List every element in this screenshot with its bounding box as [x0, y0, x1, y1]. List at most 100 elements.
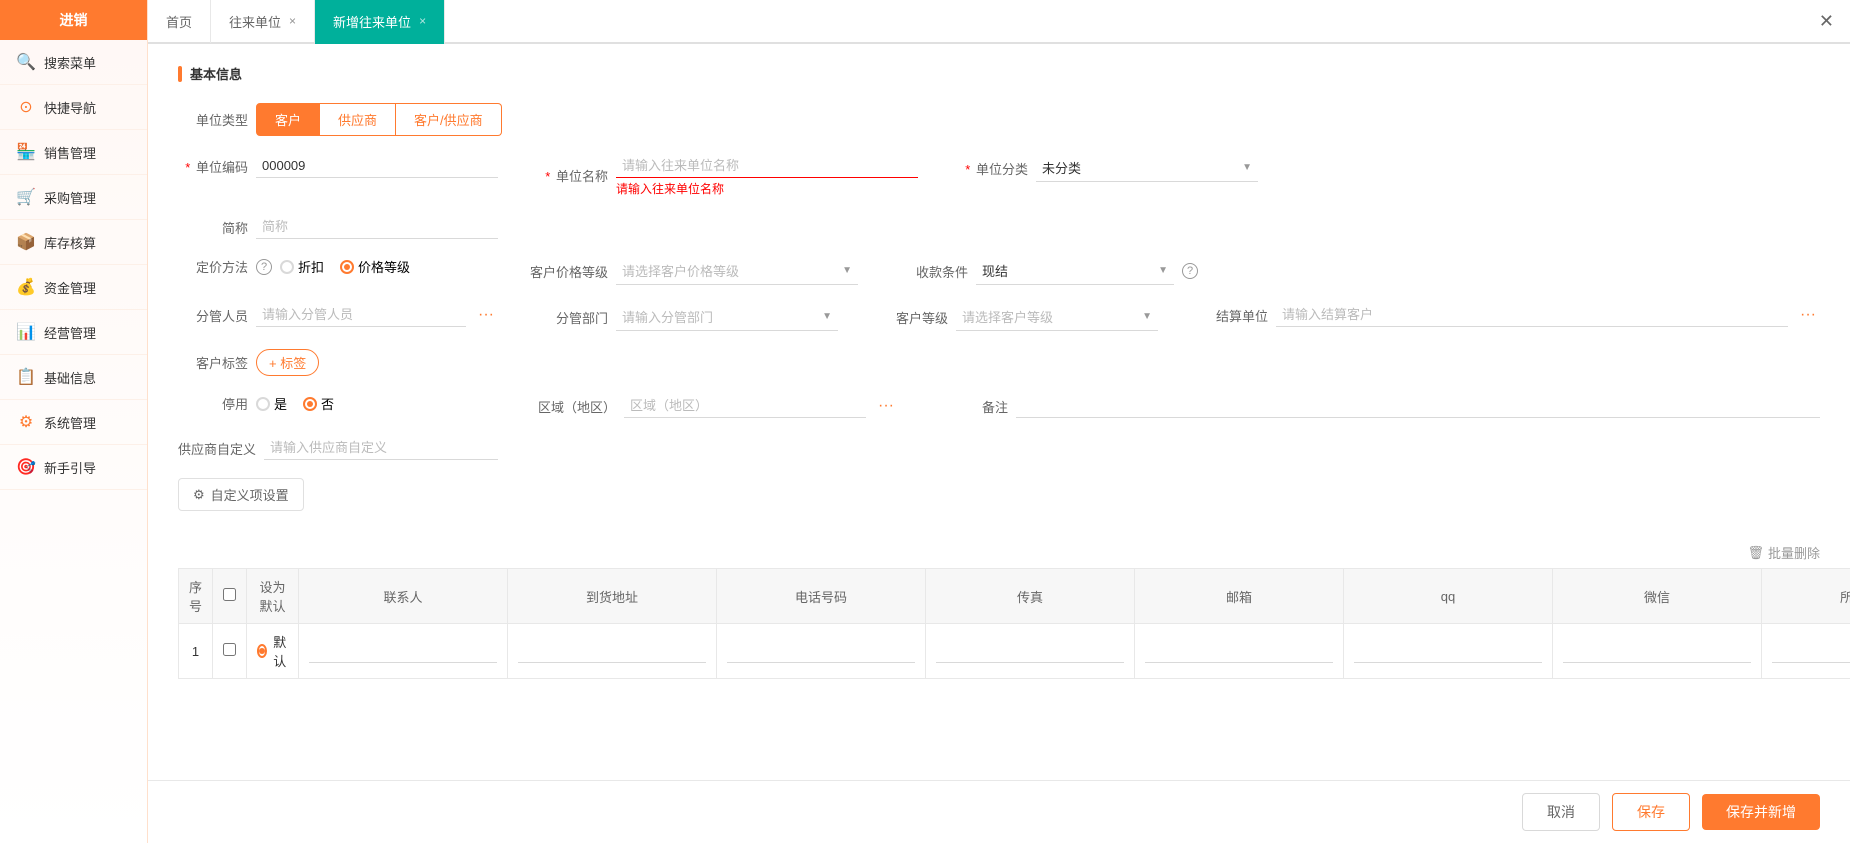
- region-cell-input[interactable]: [1772, 639, 1850, 663]
- pricing-help-icon[interactable]: ?: [256, 259, 272, 275]
- abbr-input[interactable]: [256, 215, 498, 239]
- tab-new-partner-label: 新增往来单位: [333, 12, 411, 31]
- address-input[interactable]: [518, 639, 706, 663]
- sidebar-item-purchase[interactable]: 🛒 采购管理: [0, 175, 147, 220]
- select-all-checkbox[interactable]: [223, 588, 236, 601]
- tab-new-partner-close[interactable]: ×: [419, 14, 426, 28]
- cancel-button[interactable]: 取消: [1522, 793, 1600, 831]
- cell-email[interactable]: [1135, 624, 1344, 679]
- contact-input[interactable]: [309, 639, 497, 663]
- customer-level-placeholder: 请选择客户等级: [962, 307, 1142, 326]
- phone-input[interactable]: [727, 639, 915, 663]
- cell-default: 默认: [247, 624, 299, 679]
- unit-class-select[interactable]: 未分类 ▼: [1036, 154, 1258, 182]
- tab-partners-close[interactable]: ×: [289, 14, 296, 28]
- dept-select[interactable]: 请输入分管部门 ▼: [616, 303, 838, 331]
- price-level-label: 价格等级: [358, 257, 410, 276]
- tab-new-partner[interactable]: 新增往来单位 ×: [315, 0, 445, 43]
- cell-checkbox: [213, 624, 247, 679]
- pricing-label: 定价方法: [178, 257, 248, 276]
- unit-code-input[interactable]: [256, 154, 498, 178]
- dept-chevron: ▼: [822, 311, 832, 322]
- sidebar-item-search[interactable]: 🔍 搜索菜单: [0, 40, 147, 85]
- supervisor-more-icon[interactable]: ···: [474, 306, 498, 324]
- col-wechat: 微信: [1553, 569, 1762, 624]
- region-input[interactable]: [624, 394, 866, 418]
- tab-bar-close-all[interactable]: ✕: [1803, 11, 1850, 32]
- fax-input[interactable]: [936, 639, 1124, 663]
- type-btn-both[interactable]: 客户/供应商: [396, 103, 502, 136]
- settlement-more-icon[interactable]: ···: [1796, 306, 1820, 324]
- sidebar-item-guide[interactable]: 🎯 新手引导: [0, 445, 147, 490]
- unit-type-row: 单位类型 客户 供应商 客户/供应商: [178, 103, 1820, 136]
- region-label: 区域（地区）: [538, 397, 616, 416]
- settlement-input[interactable]: [1276, 303, 1788, 327]
- email-input[interactable]: [1145, 639, 1333, 663]
- disabled-yes[interactable]: 是: [256, 394, 287, 413]
- unit-name-label: * 单位名称: [538, 166, 608, 185]
- dept-placeholder: 请输入分管部门: [622, 307, 822, 326]
- sidebar-item-stock[interactable]: 📦 库存核算: [0, 220, 147, 265]
- sidebar-item-operations[interactable]: 📊 经营管理: [0, 310, 147, 355]
- payment-help-icon[interactable]: ?: [1182, 263, 1198, 279]
- sidebar-item-sales[interactable]: 🏪 销售管理: [0, 130, 147, 175]
- row-default-radio[interactable]: 默认: [257, 632, 288, 670]
- payment-group: 收款条件 现结 ▼ ?: [898, 257, 1198, 285]
- tab-partners[interactable]: 往来单位 ×: [211, 0, 315, 43]
- pricing-radio-discount[interactable]: 折扣: [280, 257, 324, 276]
- section-bar: [178, 66, 182, 82]
- sidebar-item-label: 新手引导: [44, 458, 96, 477]
- customer-level-select[interactable]: 请选择客户等级 ▼: [956, 303, 1158, 331]
- custom-settings-button[interactable]: ⚙ 自定义项设置: [178, 478, 304, 511]
- stock-icon: 📦: [16, 232, 36, 252]
- type-btn-customer[interactable]: 客户: [256, 103, 320, 136]
- save-new-button[interactable]: 保存并新增: [1702, 794, 1820, 830]
- supplier-custom-input[interactable]: [264, 436, 498, 460]
- row-checkbox[interactable]: [223, 643, 236, 656]
- unit-code-label: * 单位编码: [178, 157, 248, 176]
- sales-icon: 🏪: [16, 142, 36, 162]
- region-more-icon[interactable]: ···: [874, 397, 898, 415]
- customer-price-group: 客户价格等级 请选择客户价格等级 ▼: [518, 257, 858, 285]
- sidebar-item-system[interactable]: ⚙ 系统管理: [0, 400, 147, 445]
- wechat-input[interactable]: [1563, 639, 1751, 663]
- quicknav-icon: ⊙: [16, 97, 36, 117]
- sidebar-item-label: 快捷导航: [44, 98, 96, 117]
- add-tag-button[interactable]: + 标签: [256, 349, 319, 376]
- unit-type-label: 单位类型: [178, 110, 248, 129]
- batch-delete-button[interactable]: 🗑 批量删除: [1747, 543, 1820, 562]
- disabled-no[interactable]: 否: [303, 394, 334, 413]
- customer-price-chevron: ▼: [842, 265, 852, 276]
- sidebar-item-quicknav[interactable]: ⊙ 快捷导航: [0, 85, 147, 130]
- qq-input[interactable]: [1354, 639, 1542, 663]
- type-btn-supplier[interactable]: 供应商: [320, 103, 396, 136]
- unit-name-input[interactable]: [616, 154, 918, 178]
- cell-region[interactable]: [1762, 624, 1850, 679]
- cell-qq[interactable]: [1344, 624, 1553, 679]
- abbr-label: 简称: [178, 218, 248, 237]
- tab-home[interactable]: 首页: [148, 0, 211, 43]
- basic-icon: 📋: [16, 367, 36, 387]
- supplier-custom-group: 供应商自定义: [178, 436, 498, 460]
- remark-input[interactable]: [1016, 394, 1820, 418]
- sidebar-item-finance[interactable]: 💰 资金管理: [0, 265, 147, 310]
- cell-wechat[interactable]: [1553, 624, 1762, 679]
- save-button[interactable]: 保存: [1612, 793, 1690, 831]
- disabled-yes-circle: [256, 397, 270, 411]
- payment-select[interactable]: 现结 ▼: [976, 257, 1174, 285]
- supervisor-input[interactable]: [256, 303, 466, 327]
- cell-fax[interactable]: [926, 624, 1135, 679]
- tag-label: 客户标签: [178, 353, 248, 372]
- main-area: 首页 往来单位 × 新增往来单位 × ✕ 基本信息 单位类型 客户 供应商 客户…: [148, 0, 1850, 843]
- unit-name-wrapper: 请输入往来单位名称: [616, 154, 918, 197]
- pricing-radio-price-level[interactable]: 价格等级: [340, 257, 410, 276]
- sidebar-item-basic[interactable]: 📋 基础信息: [0, 355, 147, 400]
- col-default-radio: 设为默认: [247, 569, 299, 624]
- cell-address[interactable]: [508, 624, 717, 679]
- cell-phone[interactable]: [717, 624, 926, 679]
- cell-contact[interactable]: [299, 624, 508, 679]
- search-icon: 🔍: [16, 52, 36, 72]
- customer-price-placeholder: 请选择客户价格等级: [622, 261, 842, 280]
- customer-price-select[interactable]: 请选择客户价格等级 ▼: [616, 257, 858, 285]
- section-title: 基本信息: [190, 64, 242, 83]
